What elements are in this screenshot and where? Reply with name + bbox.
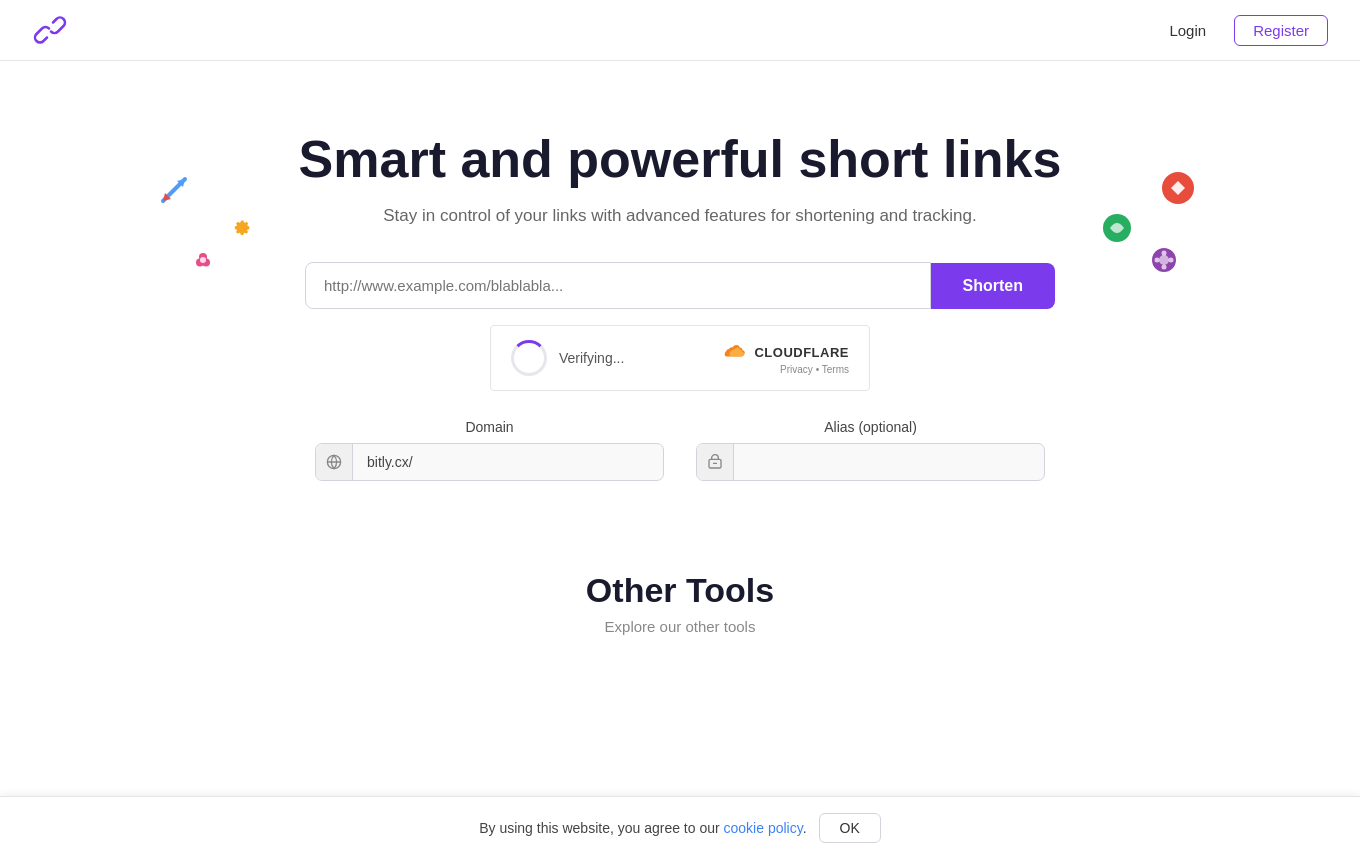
domain-input-wrap	[315, 443, 664, 481]
login-button[interactable]: Login	[1157, 16, 1218, 45]
cookie-text: By using this website, you agree to our …	[479, 820, 806, 836]
alias-icon	[697, 444, 734, 480]
cookie-banner: By using this website, you agree to our …	[0, 796, 1360, 859]
shorten-button[interactable]: Shorten	[931, 263, 1055, 309]
url-input[interactable]	[305, 262, 931, 309]
logo[interactable]	[32, 12, 68, 48]
svg-point-1	[202, 259, 210, 267]
deco-purple-icon	[1151, 247, 1177, 277]
nav-actions: Login Register	[1157, 15, 1328, 46]
cf-left: Verifying...	[511, 340, 624, 376]
other-tools-subheading: Explore our other tools	[20, 618, 1340, 635]
alias-label: Alias (optional)	[696, 419, 1045, 435]
cloudflare-cloud-icon	[713, 342, 749, 364]
domain-icon	[316, 444, 353, 480]
hero-section: Smart and powerful short links Stay in c…	[0, 61, 1360, 511]
cookie-policy-link[interactable]: cookie policy	[724, 820, 803, 836]
alias-input[interactable]	[734, 444, 1044, 480]
svg-point-9	[1162, 265, 1167, 270]
cf-privacy-link[interactable]: Privacy	[780, 364, 813, 375]
svg-point-8	[1162, 251, 1167, 256]
logo-icon	[32, 12, 68, 48]
alias-field-group: Alias (optional)	[696, 419, 1045, 481]
cf-spinner	[511, 340, 547, 376]
svg-point-2	[196, 259, 204, 267]
hero-subheadline: Stay in control of your links with advan…	[20, 206, 1340, 226]
url-form: Shorten	[305, 262, 1055, 309]
domain-input[interactable]	[353, 444, 663, 480]
cookie-ok-button[interactable]: OK	[819, 813, 881, 843]
register-button[interactable]: Register	[1234, 15, 1328, 46]
svg-point-0	[199, 253, 207, 261]
cloudflare-widget: Verifying... CLOUDFLARE Privacy • Terms	[490, 325, 870, 391]
cf-logo-block: CLOUDFLARE Privacy • Terms	[713, 342, 849, 375]
fields-row: Domain Alias (optional)	[305, 419, 1055, 481]
cf-terms-link[interactable]: Terms	[822, 364, 849, 375]
deco-flower	[192, 249, 214, 275]
cf-privacy-links: Privacy • Terms	[713, 364, 849, 375]
other-tools-section: Other Tools Explore our other tools	[0, 511, 1360, 655]
svg-point-6	[1152, 248, 1176, 272]
navbar: Login Register	[0, 0, 1360, 61]
domain-field-group: Domain	[315, 419, 664, 481]
svg-point-11	[1169, 258, 1174, 263]
hero-headline: Smart and powerful short links	[20, 131, 1340, 188]
alias-input-wrap	[696, 443, 1045, 481]
svg-point-7	[1159, 255, 1169, 265]
cf-verifying-text: Verifying...	[559, 350, 624, 366]
other-tools-heading: Other Tools	[20, 571, 1340, 610]
svg-point-3	[200, 257, 206, 263]
domain-label: Domain	[315, 419, 664, 435]
svg-point-10	[1155, 258, 1160, 263]
